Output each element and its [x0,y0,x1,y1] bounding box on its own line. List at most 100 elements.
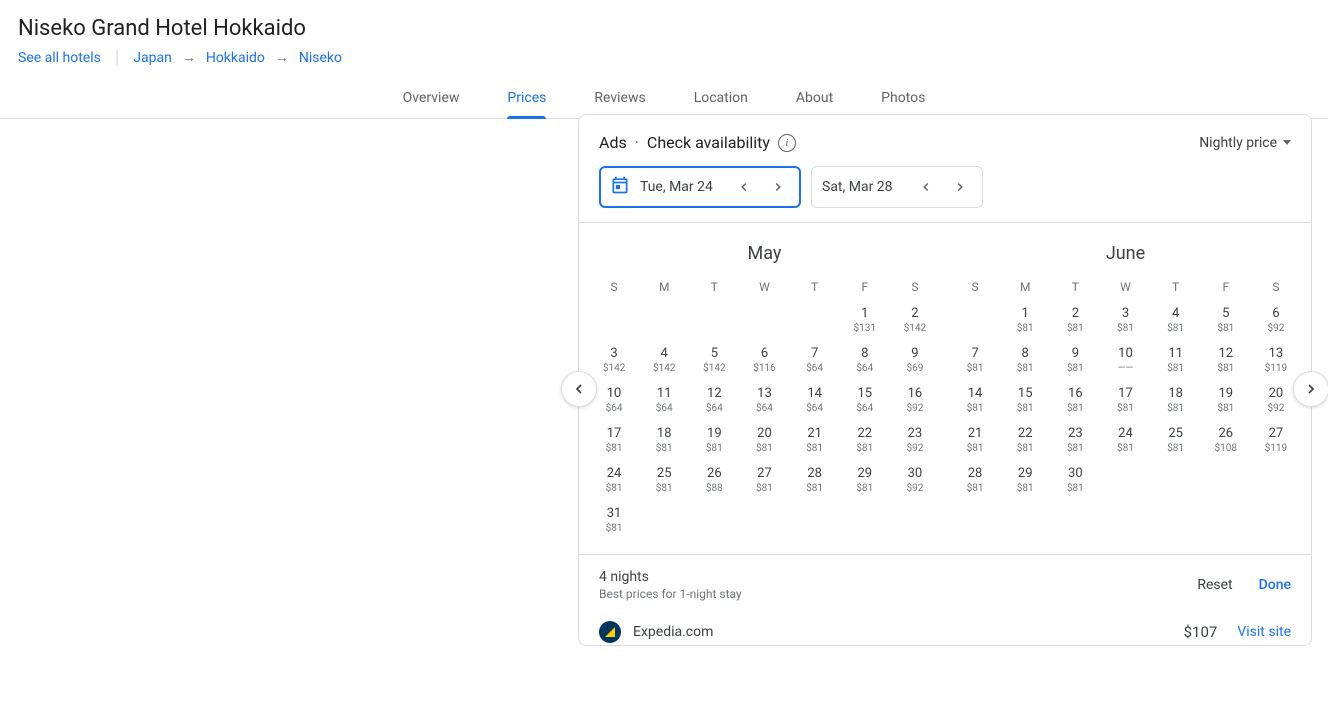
calendar-day[interactable]: 17$81 [589,420,639,460]
tab-reviews[interactable]: Reviews [594,78,645,118]
calendar-day[interactable]: 27$81 [739,460,789,500]
calendar-empty [739,500,789,540]
tab-photos[interactable]: Photos [881,78,925,118]
calendar-day[interactable]: 1$131 [840,300,890,340]
calendar-day[interactable]: 13$64 [739,380,789,420]
calendar-day[interactable]: 12$81 [1201,340,1251,380]
calendar-day[interactable]: 3$81 [1100,300,1150,340]
calendar-day[interactable]: 25$81 [1151,420,1201,460]
calendar-day[interactable]: 16$92 [890,380,940,420]
calendar-day[interactable]: 15$64 [840,380,890,420]
calendar-day[interactable]: 14$81 [950,380,1000,420]
calendar-empty [1251,460,1301,500]
calendar-day[interactable]: 6$92 [1251,300,1301,340]
calendar-day[interactable]: 7$64 [790,340,840,380]
checkout-date-input[interactable]: Sat, Mar 28 [811,166,983,208]
calendar-day[interactable]: 30$81 [1050,460,1100,500]
calendar-day[interactable]: 21$81 [790,420,840,460]
calendar-day[interactable]: 26$108 [1201,420,1251,460]
checkin-date-text: Tue, Mar 24 [640,179,722,195]
price-toggle-label: Nightly price [1199,135,1277,151]
calendar-day[interactable]: 18$81 [1151,380,1201,420]
calendar-day[interactable]: 24$81 [589,460,639,500]
checkin-prev-day[interactable] [732,175,756,199]
calendar-day[interactable]: 17$81 [1100,380,1150,420]
calendar-day[interactable]: 10—— [1100,340,1150,380]
calendar-day[interactable]: 23$81 [1050,420,1100,460]
calendar-day[interactable]: 20$81 [739,420,789,460]
reset-button[interactable]: Reset [1197,577,1232,593]
done-button[interactable]: Done [1259,577,1291,593]
calendar-day[interactable]: 9$81 [1050,340,1100,380]
day-of-week: S [950,280,1000,294]
calendar-empty [589,300,639,340]
info-icon[interactable]: i [778,134,796,152]
calendar-day[interactable]: 19$81 [1201,380,1251,420]
calendar-day[interactable]: 11$81 [1151,340,1201,380]
calendar-day[interactable]: 19$81 [689,420,739,460]
breadcrumb-link[interactable]: Hokkaido [206,50,265,66]
calendar-day[interactable]: 27$119 [1251,420,1301,460]
calendar-day[interactable]: 2$142 [890,300,940,340]
calendar-day[interactable]: 13$119 [1251,340,1301,380]
month-name: May [589,243,940,264]
calendar-next-month[interactable] [1293,371,1328,407]
breadcrumb-link[interactable]: Japan [133,50,172,66]
day-of-week: S [589,280,639,294]
calendar-day[interactable]: 9$69 [890,340,940,380]
calendar-day[interactable]: 26$88 [689,460,739,500]
calendar-day[interactable]: 1$81 [1000,300,1050,340]
calendar-day[interactable]: 12$64 [689,380,739,420]
calendar-day[interactable]: 6$116 [739,340,789,380]
calendar-day[interactable]: 8$81 [1000,340,1050,380]
calendar-day[interactable]: 11$64 [639,380,689,420]
checkin-next-day[interactable] [766,175,790,199]
calendar-day[interactable]: 14$64 [790,380,840,420]
see-all-hotels-link[interactable]: See all hotels [18,50,101,66]
calendar-day[interactable]: 5$81 [1201,300,1251,340]
calendar-day[interactable]: 23$92 [890,420,940,460]
calendar-empty [1201,460,1251,500]
checkin-date-input[interactable]: Tue, Mar 24 [599,166,801,208]
checkout-prev-day[interactable] [914,175,938,199]
tab-overview[interactable]: Overview [403,78,460,118]
availability-panel: Ads · Check availability i Nightly price… [578,114,1312,646]
tab-prices[interactable]: Prices [507,78,546,118]
calendar-day[interactable]: 25$81 [639,460,689,500]
calendar-day[interactable]: 29$81 [840,460,890,500]
calendar-day[interactable]: 5$142 [689,340,739,380]
tab-about[interactable]: About [796,78,833,118]
calendar-day[interactable]: 28$81 [950,460,1000,500]
price-toggle[interactable]: Nightly price [1199,135,1291,151]
day-of-week: S [1251,280,1301,294]
calendar-day[interactable]: 31$81 [589,500,639,540]
calendar-day[interactable]: 7$81 [950,340,1000,380]
visit-site-button[interactable]: Visit site [1237,624,1291,640]
calendar-day[interactable]: 2$81 [1050,300,1100,340]
calendar-day[interactable]: 18$81 [639,420,689,460]
calendar-day[interactable]: 29$81 [1000,460,1050,500]
breadcrumb-link[interactable]: Niseko [299,50,342,66]
calendar-empty [639,500,689,540]
calendar-day[interactable]: 16$81 [1050,380,1100,420]
calendar-empty [639,300,689,340]
calendar-icon [610,175,630,199]
calendar-empty [950,300,1000,340]
calendar-day[interactable]: 15$81 [1000,380,1050,420]
calendar-day[interactable]: 4$81 [1151,300,1201,340]
calendar-day[interactable]: 30$92 [890,460,940,500]
calendar-day[interactable]: 24$81 [1100,420,1150,460]
calendar-day[interactable]: 4$142 [639,340,689,380]
day-of-week: T [790,280,840,294]
calendar-day[interactable]: 8$64 [840,340,890,380]
tab-location[interactable]: Location [694,78,748,118]
calendar-day[interactable]: 21$81 [950,420,1000,460]
calendar-prev-month[interactable] [561,371,597,407]
checkout-next-day[interactable] [948,175,972,199]
calendar-day[interactable]: 22$81 [840,420,890,460]
calendar-day[interactable]: 3$142 [589,340,639,380]
calendar-day[interactable]: 28$81 [790,460,840,500]
calendar-day[interactable]: 22$81 [1000,420,1050,460]
calendar-empty [1151,460,1201,500]
day-of-week: W [739,280,789,294]
